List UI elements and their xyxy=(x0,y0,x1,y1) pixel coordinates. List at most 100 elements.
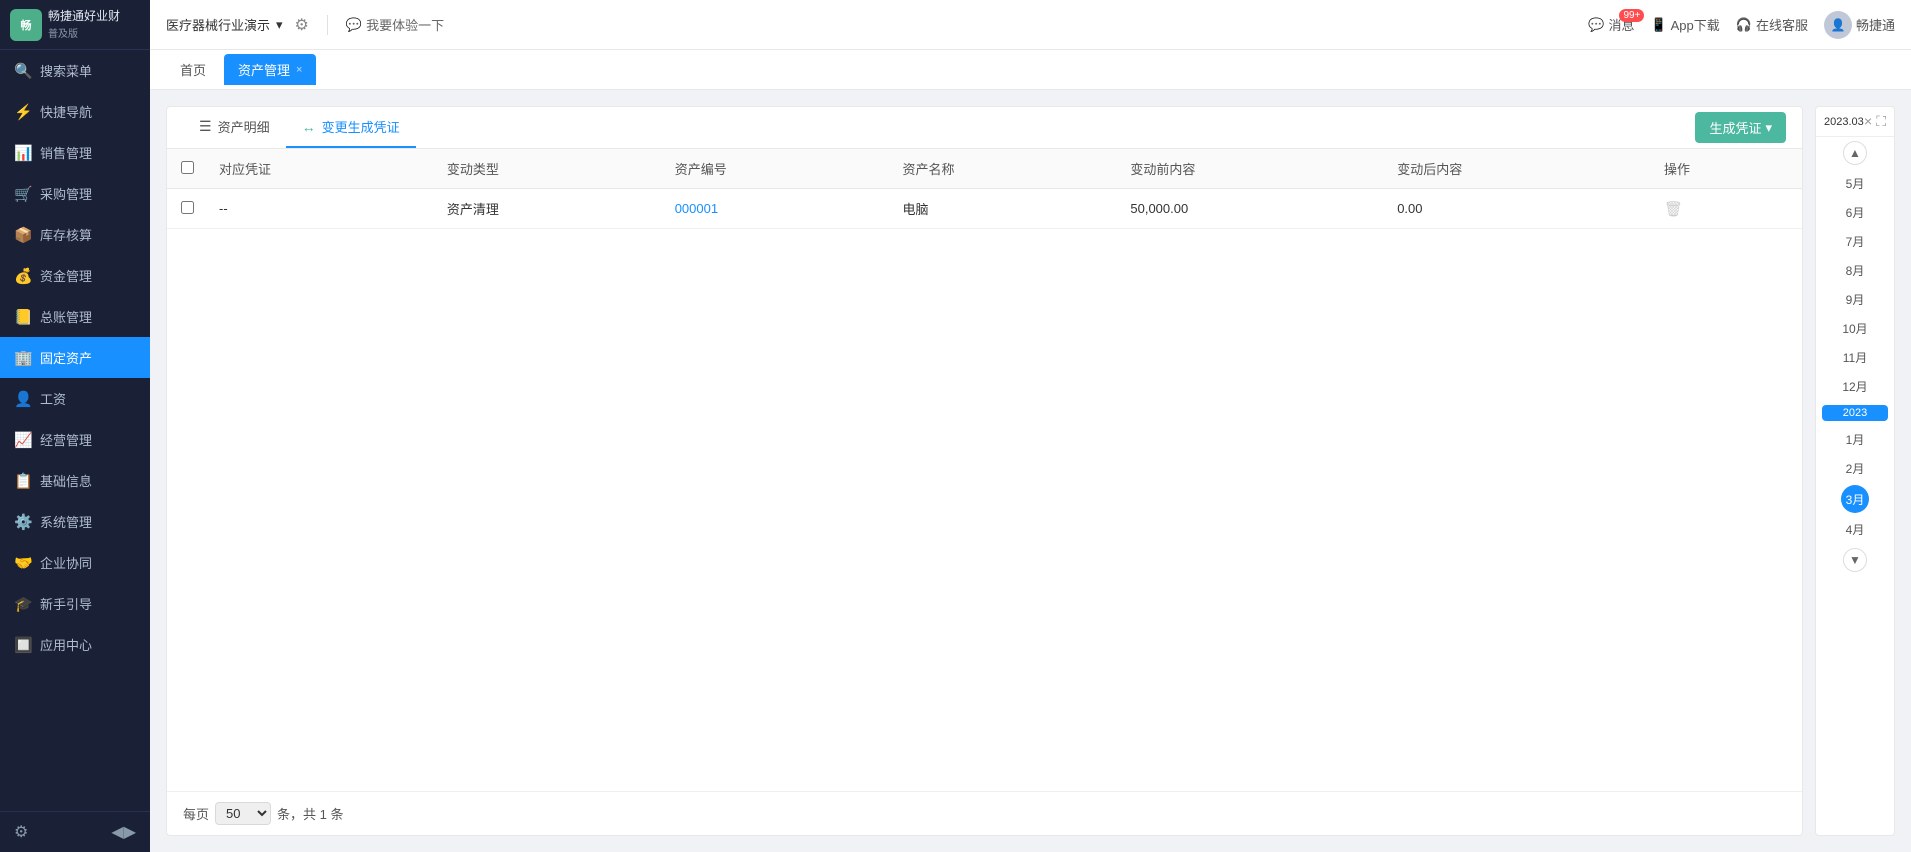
apps-icon: 🔲 xyxy=(14,636,32,654)
date-month-item[interactable]: 7月 xyxy=(1816,227,1894,256)
col-asset-no: 资产编号 xyxy=(663,149,891,189)
date-month-item[interactable]: 9月 xyxy=(1816,285,1894,314)
col-change-type: 变动类型 xyxy=(435,149,663,189)
date-month-item[interactable]: 2月 xyxy=(1816,454,1894,483)
basic-icon: 📋 xyxy=(14,472,32,490)
main-panel: ☰ 资产明细 ↔ 变更生成凭证 生成凭证 ▾ xyxy=(166,106,1803,836)
table-body: -- 资产清理 000001 电脑 50,000.00 0.00 🗑 xyxy=(167,189,1802,229)
sidebar-item-quicknav[interactable]: ⚡ 快捷导航 xyxy=(0,91,150,132)
sidebar-item-sales[interactable]: 📊 销售管理 xyxy=(0,132,150,173)
sub-tab-asset-detail[interactable]: ☰ 资产明细 xyxy=(183,107,286,148)
date-panel-close-icon[interactable]: × xyxy=(1864,113,1872,130)
sub-tabs-left: ☰ 资产明细 ↔ 变更生成凭证 xyxy=(183,107,416,148)
feedback-btn[interactable]: 💬 我要体验一下 xyxy=(346,15,444,34)
date-month-item[interactable]: 5月 xyxy=(1816,169,1894,198)
sidebar-item-system[interactable]: ⚙️ 系统管理 xyxy=(0,501,150,542)
company-selector[interactable]: 医疗器械行业演示 ▾ xyxy=(166,15,283,34)
sidebar-item-label-assets: 固定资产 xyxy=(40,348,92,367)
sidebar-item-label-quicknav: 快捷导航 xyxy=(40,102,92,121)
user-name: 畅捷通 xyxy=(1856,15,1895,34)
per-page-label: 每页 xyxy=(183,804,209,823)
sidebar-item-label-enterprise: 企业协同 xyxy=(40,553,92,572)
pagination: 每页 50 10 20 100 条，共 1 条 xyxy=(167,791,1802,835)
date-panel-expand-icon[interactable]: ⛶ xyxy=(1876,113,1886,130)
sidebar-item-ledger[interactable]: 📒 总账管理 xyxy=(0,296,150,337)
list-icon: ☰ xyxy=(199,118,212,135)
sidebar-item-inventory[interactable]: 📦 库存核算 xyxy=(0,214,150,255)
guide-icon: 🎓 xyxy=(14,595,32,613)
date-panel-scroll[interactable]: ▲ 5月6月7月8月9月10月11月12月 2023 1月2月3月4月 ▼ xyxy=(1816,137,1894,835)
enterprise-icon: 🤝 xyxy=(14,554,32,572)
scroll-up-arrow[interactable]: ▲ xyxy=(1843,141,1867,165)
sales-icon: 📊 xyxy=(14,144,32,162)
total-label: 条，共 1 条 xyxy=(277,804,343,823)
tab-home[interactable]: 首页 xyxy=(166,54,220,85)
table-header-row: 对应凭证 变动类型 资产编号 资产名称 变动前内容 变动后内容 操作 xyxy=(167,149,1802,189)
dropdown-arrow-icon: ▾ xyxy=(1765,120,1772,136)
col-after: 变动后内容 xyxy=(1385,149,1652,189)
assets-icon: 🏢 xyxy=(14,349,32,367)
sidebar-item-basic[interactable]: 📋 基础信息 xyxy=(0,460,150,501)
user-menu[interactable]: 👤 畅捷通 xyxy=(1824,11,1895,39)
date-month-item[interactable]: 1月 xyxy=(1816,425,1894,454)
operations-icon: 📈 xyxy=(14,431,32,449)
change-icon: ↔ xyxy=(302,119,316,135)
cell-after-0: 0.00 xyxy=(1385,189,1652,229)
date-month-item[interactable]: 6月 xyxy=(1816,198,1894,227)
sidebar-item-search[interactable]: 🔍 搜索菜单 xyxy=(0,50,150,91)
settings-icon[interactable]: ⚙ xyxy=(295,15,309,35)
sidebar-item-assets[interactable]: 🏢 固定资产 xyxy=(0,337,150,378)
select-all-checkbox[interactable] xyxy=(181,161,194,174)
logo-edition: 普及版 xyxy=(48,25,120,40)
sub-tab-generate-voucher[interactable]: ↔ 变更生成凭证 xyxy=(286,107,416,148)
sidebar-item-enterprise[interactable]: 🤝 企业协同 xyxy=(0,542,150,583)
row-checkbox-cell-0[interactable] xyxy=(167,189,207,229)
sidebar-item-operations[interactable]: 📈 经营管理 xyxy=(0,419,150,460)
home-label: 首页 xyxy=(180,60,206,79)
date-month-item[interactable]: 10月 xyxy=(1816,314,1894,343)
sidebar-item-guide[interactable]: 🎓 新手引导 xyxy=(0,583,150,624)
year-badge: 2023 xyxy=(1822,405,1888,421)
cell-op-0[interactable]: 🗑 xyxy=(1652,189,1802,229)
col-op: 操作 xyxy=(1652,149,1802,189)
divider xyxy=(327,15,328,35)
sidebar-bottom: ⚙ ◀▶ xyxy=(0,811,150,852)
select-all-cell[interactable] xyxy=(167,149,207,189)
tab-assets-management[interactable]: 资产管理 × xyxy=(224,54,316,85)
date-month-item[interactable]: 4月 xyxy=(1816,515,1894,544)
sub-tab-detail-label: 资产明细 xyxy=(218,117,270,136)
scroll-down-arrow[interactable]: ▼ xyxy=(1843,548,1867,572)
collapse-icon[interactable]: ◀▶ xyxy=(111,822,136,842)
message-icon: 💬 xyxy=(1588,17,1604,33)
sidebar-item-label-finance: 资金管理 xyxy=(40,266,92,285)
app-download-btn[interactable]: 📱 App下载 xyxy=(1650,15,1719,34)
sidebar-item-finance[interactable]: 💰 资金管理 xyxy=(0,255,150,296)
sidebar-item-label-purchase: 采购管理 xyxy=(40,184,92,203)
message-btn[interactable]: 💬 消息 99+ xyxy=(1588,15,1634,34)
sidebar: 畅 畅捷通好业财 普及版 🔍 搜索菜单 ⚡ 快捷导航 📊 销售管理 🛒 采购管理… xyxy=(0,0,150,852)
row-checkbox-0[interactable] xyxy=(181,201,194,214)
sidebar-item-purchase[interactable]: 🛒 采购管理 xyxy=(0,173,150,214)
tab-active-label: 资产管理 xyxy=(238,60,290,79)
per-page-select[interactable]: 50 10 20 100 xyxy=(215,802,271,825)
generate-voucher-btn[interactable]: 生成凭证 ▾ xyxy=(1695,112,1786,143)
date-month-item[interactable]: 11月 xyxy=(1816,343,1894,372)
cell-before-0: 50,000.00 xyxy=(1118,189,1385,229)
tab-close-icon[interactable]: × xyxy=(296,64,302,76)
feedback-icon: 💬 xyxy=(346,17,362,33)
settings-icon[interactable]: ⚙ xyxy=(14,822,28,842)
sidebar-item-apps[interactable]: 🔲 应用中心 xyxy=(0,624,150,665)
sidebar-item-payroll[interactable]: 👤 工资 xyxy=(0,378,150,419)
avatar-icon: 👤 xyxy=(1831,18,1846,32)
topbar-right: 💬 消息 99+ 📱 App下载 🎧 在线客服 👤 畅捷通 xyxy=(1588,11,1895,39)
sidebar-item-label-basic: 基础信息 xyxy=(40,471,92,490)
delete-icon-0[interactable]: 🗑 xyxy=(1664,201,1683,218)
date-month-item[interactable]: 8月 xyxy=(1816,256,1894,285)
logo-icon: 畅 xyxy=(10,9,42,41)
sub-tabs: ☰ 资产明细 ↔ 变更生成凭证 生成凭证 ▾ xyxy=(167,107,1802,149)
date-month-item[interactable]: 12月 xyxy=(1816,372,1894,401)
date-month-item[interactable]: 3月 xyxy=(1841,485,1869,513)
online-service-btn[interactable]: 🎧 在线客服 xyxy=(1736,15,1808,34)
cell-change-type-0: 资产清理 xyxy=(435,189,663,229)
cell-voucher-0: -- xyxy=(207,189,435,229)
